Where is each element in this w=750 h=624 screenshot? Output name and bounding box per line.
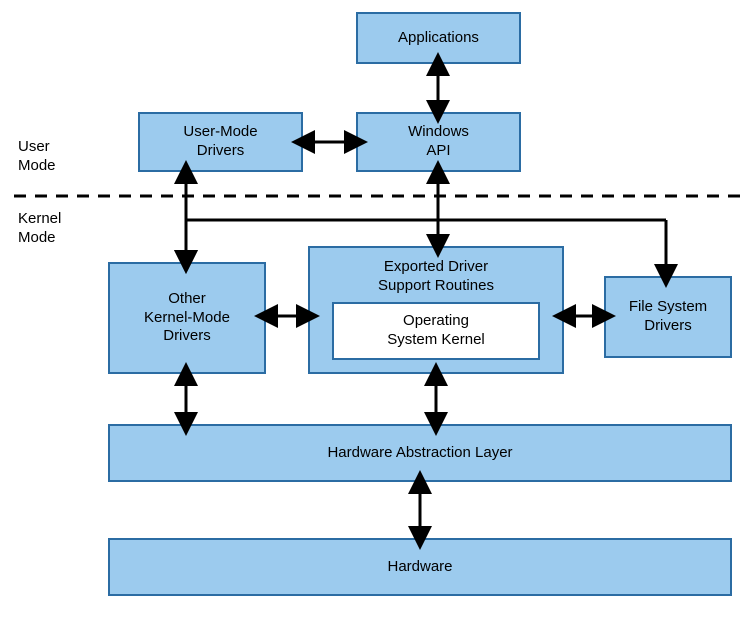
box-hal-text: Hardware Abstraction Layer <box>327 444 512 463</box>
box-other-kernel-drivers-text: OtherKernel-ModeDrivers <box>144 290 230 346</box>
diagram-canvas: UserMode KernelMode Applications User-Mo… <box>0 0 750 624</box>
label-kernel-mode-text: KernelMode <box>18 210 61 246</box>
box-file-system-drivers: File SystemDrivers <box>604 276 732 358</box>
box-other-kernel-drivers: OtherKernel-ModeDrivers <box>108 262 266 374</box>
box-hardware: Hardware <box>108 538 732 596</box>
box-file-system-drivers-text: File SystemDrivers <box>629 298 707 336</box>
box-user-mode-drivers: User-ModeDrivers <box>138 112 303 172</box>
box-applications: Applications <box>356 12 521 64</box>
box-hardware-text: Hardware <box>387 558 452 577</box>
box-os-kernel-text: OperatingSystem Kernel <box>387 312 485 350</box>
box-windows-api-text: WindowsAPI <box>408 123 469 161</box>
box-user-mode-drivers-text: User-ModeDrivers <box>183 123 257 161</box>
label-user-mode-text: UserMode <box>18 138 56 174</box>
box-applications-text: Applications <box>398 29 479 48</box>
box-os-kernel: OperatingSystem Kernel <box>332 302 540 360</box>
label-user-mode: UserMode <box>18 138 56 176</box>
box-hal: Hardware Abstraction Layer <box>108 424 732 482</box>
label-kernel-mode: KernelMode <box>18 210 61 248</box>
box-windows-api: WindowsAPI <box>356 112 521 172</box>
box-exported-routines-text: Exported DriverSupport Routines <box>316 258 556 296</box>
